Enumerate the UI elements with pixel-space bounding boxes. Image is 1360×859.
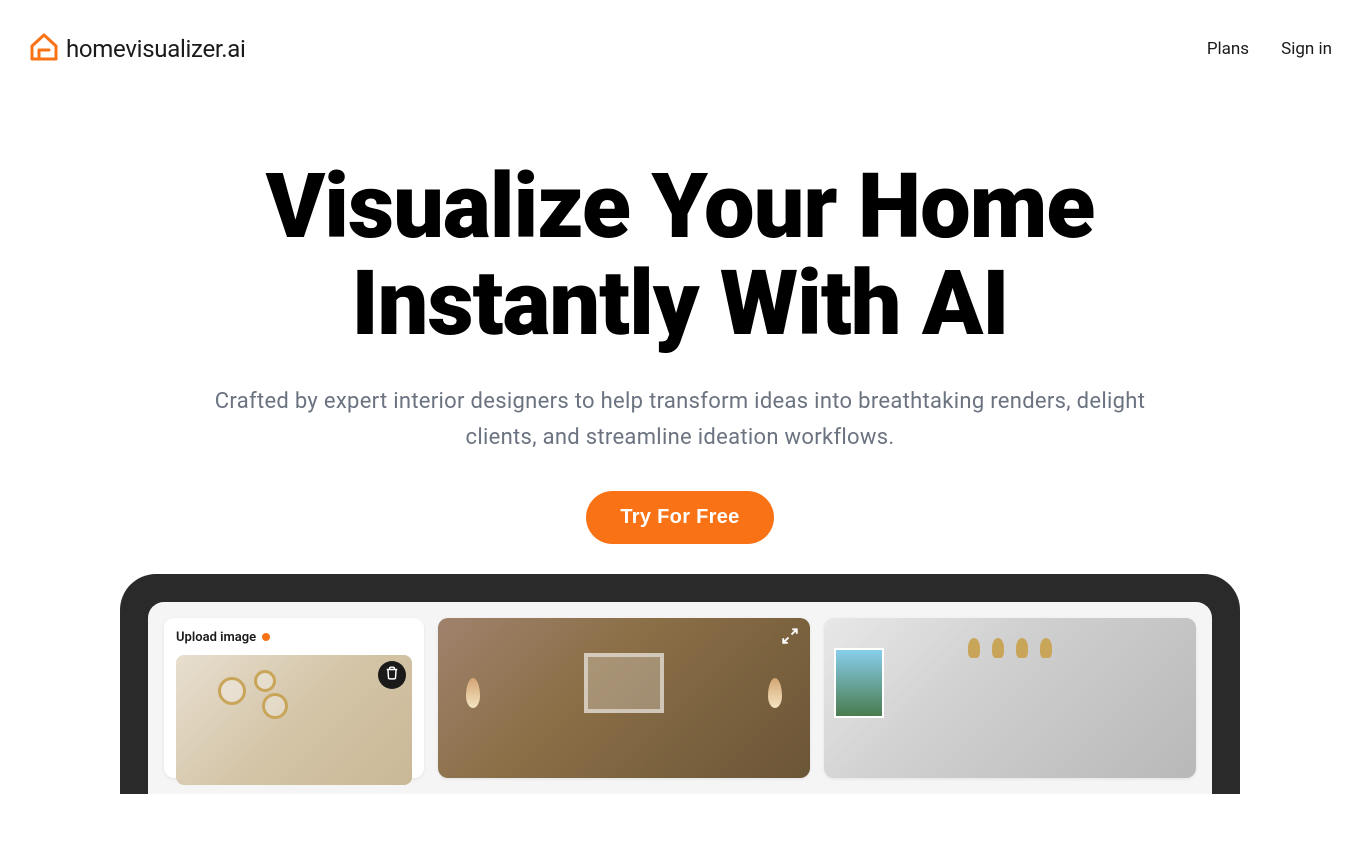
logo[interactable]: homevisualizer.ai [28, 32, 246, 66]
home-icon [28, 32, 60, 66]
decor-lamp-icon [466, 678, 480, 708]
decor-window-icon [834, 648, 884, 718]
upload-badge-icon [262, 633, 270, 641]
expand-icon [781, 627, 799, 649]
device-screen: Upload image [148, 602, 1212, 794]
decor-lamp-icon [768, 678, 782, 708]
delete-button[interactable] [378, 661, 406, 689]
nav-plans[interactable]: Plans [1207, 39, 1249, 59]
upload-header: Upload image [176, 630, 412, 645]
decor-circle-icon [218, 677, 246, 705]
logo-text: homevisualizer.ai [66, 35, 246, 63]
upload-panel: Upload image [164, 618, 424, 778]
nav-signin[interactable]: Sign in [1281, 39, 1332, 59]
screen-content: Upload image [164, 618, 1196, 778]
try-free-button[interactable]: Try For Free [586, 491, 773, 544]
upload-preview-image [176, 655, 412, 785]
site-header: homevisualizer.ai Plans Sign in [0, 0, 1360, 98]
hero-section: Visualize Your Home Instantly With AI Cr… [130, 98, 1230, 544]
expand-button[interactable] [778, 626, 802, 650]
decor-circle-icon [254, 670, 276, 692]
upload-label: Upload image [176, 630, 256, 645]
result-kitchen [824, 618, 1196, 778]
result-bedroom [438, 618, 810, 778]
decor-lights-icon [968, 638, 1052, 658]
hero-subtitle: Crafted by expert interior designers to … [200, 384, 1160, 454]
device-mockup: Upload image [120, 574, 1240, 794]
decor-circle-icon [262, 693, 288, 719]
trash-icon [385, 665, 399, 684]
decor-frame-icon [584, 653, 664, 713]
main-nav: Plans Sign in [1207, 39, 1332, 59]
hero-title: Visualize Your Home Instantly With AI [170, 158, 1190, 352]
